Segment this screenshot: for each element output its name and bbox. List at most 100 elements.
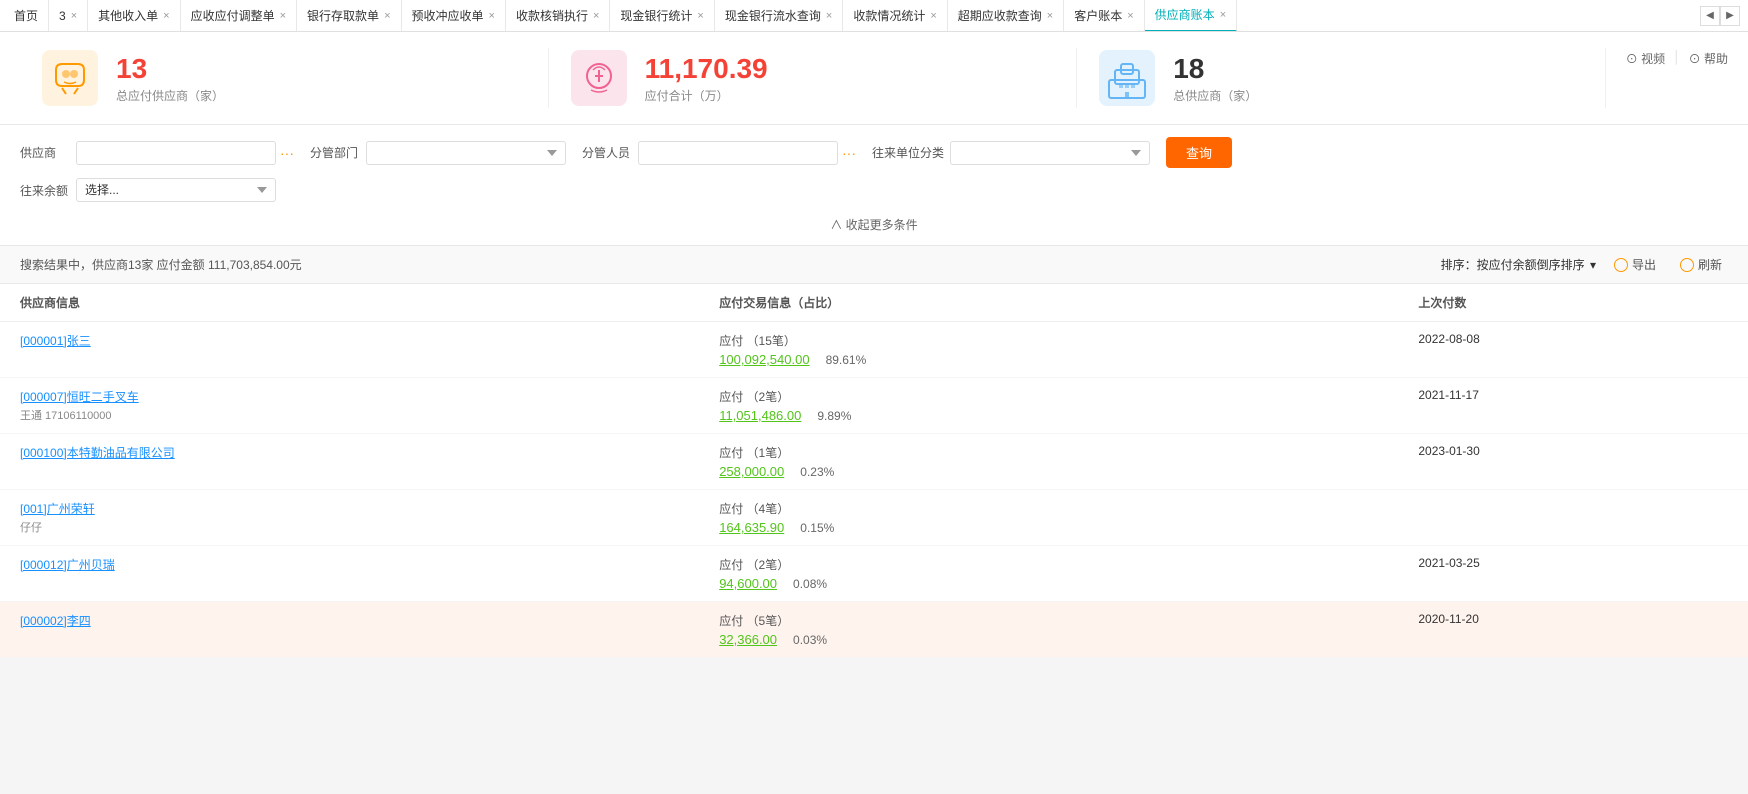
nav-tab-customer-close[interactable]: ×	[1127, 10, 1133, 22]
summary-label-total-suppliers: 总供应商（家）	[1173, 87, 1257, 104]
collapse-label: ∧ 收起更多条件	[830, 218, 917, 232]
nav-tab-3[interactable]: 3 ×	[49, 0, 88, 32]
nav-tab-supplier-close[interactable]: ×	[1220, 9, 1226, 21]
nav-tab-overdue[interactable]: 超期应收款查询 ×	[948, 0, 1064, 32]
category-select[interactable]	[950, 141, 1150, 165]
video-link[interactable]: ⊙ 视频	[1626, 50, 1665, 67]
collapse-bar[interactable]: ∧ 收起更多条件	[20, 212, 1728, 237]
summary-text-payable-suppliers: 13 总应付供应商（家）	[116, 52, 224, 105]
supplier-cell: [000100]本特勤油品有限公司	[0, 434, 699, 490]
tx-label: 应付 （15笔）	[719, 334, 796, 348]
supplier-link[interactable]: [001]广州荣轩	[20, 502, 95, 516]
nav-tab-prepay-label: 预收冲应收单	[412, 7, 484, 24]
nav-tab-other-income-close[interactable]: ×	[163, 10, 169, 22]
nav-arrows: ◀ ▶	[1696, 6, 1744, 26]
summary-number-payable-suppliers: 13	[116, 52, 224, 86]
supplier-link[interactable]: [000001]张三	[20, 334, 91, 348]
balance-select[interactable]: 选择...	[76, 178, 276, 202]
dept-select[interactable]	[366, 141, 566, 165]
transaction-cell: 应付 （5笔）32,366.000.03%	[699, 602, 1398, 658]
dept-label: 分管部门	[310, 144, 360, 161]
nav-tab-receipt-stats-label: 收款情况统计	[853, 7, 925, 24]
amount-link[interactable]: 32,366.00	[719, 632, 777, 647]
summary-section: 13 总应付供应商（家） 11,170.39 应付合计（万）	[0, 32, 1748, 125]
nav-tab-supplier[interactable]: 供应商账本 ×	[1145, 0, 1237, 32]
nav-tab-adjustment[interactable]: 应收应付调整单 ×	[181, 0, 297, 32]
nav-tab-customer[interactable]: 客户账本 ×	[1064, 0, 1144, 32]
amount-link[interactable]: 258,000.00	[719, 464, 784, 479]
tx-label: 应付 （4笔）	[719, 502, 789, 516]
table-row: [001]广州荣轩仔仔 应付 （4笔） 164,635.90 0.15%	[0, 490, 1748, 546]
nav-tab-home-label: 首页	[14, 7, 38, 24]
nav-tab-bank-deposit-label: 银行存取款单	[307, 7, 379, 24]
filter-item-dept: 分管部门	[310, 141, 566, 165]
transaction-cell: 应付 （2笔） 94,600.00 0.08%	[699, 546, 1398, 602]
nav-tab-other-income[interactable]: 其他收入单 ×	[88, 0, 180, 32]
lastpay-cell: 2021-11-17	[1398, 378, 1748, 434]
percent-label: 0.15%	[800, 521, 834, 535]
supplier-payable-icon	[40, 48, 100, 108]
supplier-dots-icon[interactable]: ···	[280, 145, 294, 161]
help-link[interactable]: ⊙ 帮助	[1689, 50, 1728, 67]
nav-tab-prepay[interactable]: 预收冲应收单 ×	[402, 0, 506, 32]
person-input[interactable]	[638, 141, 838, 165]
amount-link[interactable]: 94,600.00	[719, 576, 777, 591]
lastpay-cell: 2023-01-30	[1398, 434, 1748, 490]
total-suppliers-icon	[1097, 48, 1157, 108]
amount-link[interactable]: 100,092,540.00	[719, 352, 809, 367]
amount-link[interactable]: 11,051,486.00	[719, 408, 801, 423]
nav-tab-3-close[interactable]: ×	[71, 10, 77, 22]
summary-card-total-suppliers: 18 总供应商（家）	[1077, 48, 1606, 108]
nav-tab-cashflow[interactable]: 现金银行流水查询 ×	[715, 0, 843, 32]
nav-tab-payment-close[interactable]: ×	[593, 10, 599, 22]
nav-tab-home[interactable]: 首页	[4, 0, 49, 32]
top-right-links: ⊙ 视频 │ ⊙ 帮助	[1626, 48, 1728, 108]
nav-arrow-left[interactable]: ◀	[1700, 6, 1720, 26]
export-button[interactable]: 导出	[1608, 254, 1662, 275]
nav-tab-receipt-stats[interactable]: 收款情况统计 ×	[843, 0, 947, 32]
sort-label: 排序：按应付余额倒序排序	[1441, 258, 1585, 272]
amount-link[interactable]: 164,635.90	[719, 520, 784, 535]
tx-label: 应付 （2笔）	[719, 390, 789, 404]
nav-arrow-right[interactable]: ▶	[1720, 6, 1740, 26]
filter-row-2: 往来余额 选择...	[20, 178, 1728, 202]
sort-link[interactable]: 排序：按应付余额倒序排序 ▾	[1441, 256, 1596, 273]
nav-tab-adjustment-close[interactable]: ×	[280, 10, 286, 22]
nav-tab-cash-stats-close[interactable]: ×	[697, 10, 703, 22]
lastpay-cell: 2020-11-20	[1398, 602, 1748, 658]
supplier-link[interactable]: [000012]广州贝瑞	[20, 558, 115, 572]
filter-item-category: 往来单位分类	[872, 141, 1150, 165]
person-dots-icon[interactable]: ···	[842, 145, 856, 161]
transaction-cell: 应付 （15笔）100,092,540.0089.61%	[699, 322, 1398, 378]
supplier-link[interactable]: [000002]李四	[20, 614, 91, 628]
nav-tab-other-income-label: 其他收入单	[98, 7, 158, 24]
filter-item-balance: 往来余额 选择...	[20, 178, 276, 202]
summary-card-payable-suppliers: 13 总应付供应商（家）	[20, 48, 549, 108]
nav-tab-bank-deposit[interactable]: 银行存取款单 ×	[297, 0, 401, 32]
supplier-link[interactable]: [000100]本特勤油品有限公司	[20, 446, 175, 460]
nav-tab-cashflow-close[interactable]: ×	[826, 10, 832, 22]
nav-tab-bank-deposit-close[interactable]: ×	[384, 10, 390, 22]
supplier-cell: [001]广州荣轩仔仔	[0, 490, 699, 546]
nav-tab-prepay-close[interactable]: ×	[489, 10, 495, 22]
percent-label: 0.08%	[793, 577, 827, 591]
nav-tab-receipt-stats-close[interactable]: ×	[930, 10, 936, 22]
nav-tab-payment[interactable]: 收款核销执行 ×	[506, 0, 610, 32]
supplier-input[interactable]	[76, 141, 276, 165]
query-button[interactable]: 查询	[1166, 137, 1232, 168]
filter-item-person: 分管人员 ···	[582, 141, 856, 165]
supplier-cell: [000002]李四	[0, 602, 699, 658]
tx-label: 应付 （2笔）	[719, 558, 789, 572]
supplier-link[interactable]: [000007]恒旺二手叉车	[20, 390, 139, 404]
nav-tab-cash-stats[interactable]: 现金银行统计 ×	[610, 0, 714, 32]
summary-number-payable-total: 11,170.39	[645, 52, 768, 86]
refresh-button[interactable]: 刷新	[1674, 254, 1728, 275]
table-body: [000001]张三应付 （15笔）100,092,540.0089.61%20…	[0, 322, 1748, 658]
nav-tab-overdue-close[interactable]: ×	[1047, 10, 1053, 22]
nav-tab-supplier-label: 供应商账本	[1155, 6, 1215, 23]
nav-tab-3-label: 3	[59, 9, 66, 23]
result-bar-right: 排序：按应付余额倒序排序 ▾ 导出 刷新	[1441, 254, 1728, 275]
refresh-label: 刷新	[1698, 256, 1722, 273]
summary-text-payable-total: 11,170.39 应付合计（万）	[645, 52, 768, 105]
nav-tab-adjustment-label: 应收应付调整单	[191, 7, 275, 24]
